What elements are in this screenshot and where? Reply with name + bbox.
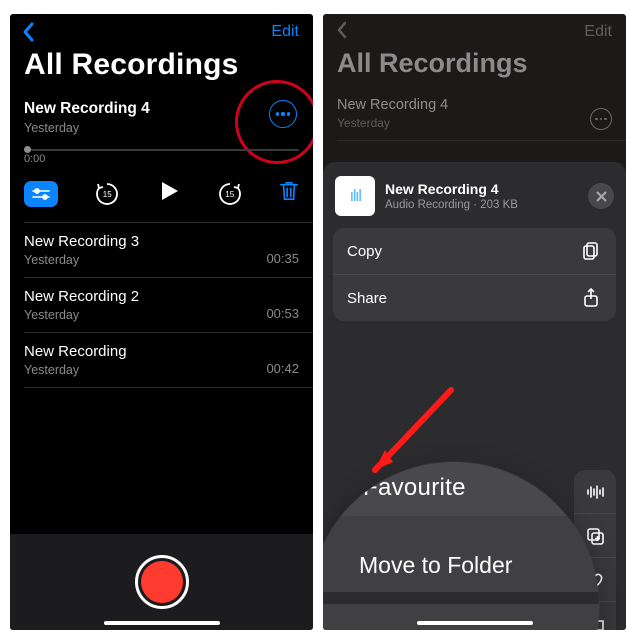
elapsed-time: 0:00 [24, 153, 299, 165]
recording-date: Yesterday [337, 116, 448, 130]
copy-icon [580, 240, 602, 262]
recording-title: New Recording 4 [24, 100, 299, 118]
record-toolbar [10, 534, 313, 630]
recording-row[interactable]: New Recording Yesterday 00:42 [10, 333, 313, 387]
share-sheet-screen: Edit All Recordings New Recording 4 Yeste… [323, 14, 626, 630]
share-file-name: New Recording 4 [385, 181, 518, 197]
playback-settings-button[interactable] [24, 181, 58, 207]
recording-title: New Recording [24, 343, 127, 360]
recording-row[interactable]: New Recording 2 Yesterday 00:53 [10, 278, 313, 332]
selected-recording[interactable]: New Recording 4 Yesterday [10, 94, 313, 145]
close-sheet-button[interactable] [588, 183, 614, 209]
magnified-move-to-folder[interactable]: Move to Folder [359, 552, 512, 579]
recording-title: New Recording 2 [24, 288, 139, 305]
actions-card: Copy Share [333, 228, 616, 321]
back-button-dimmed [335, 20, 349, 45]
share-sheet: ılıl New Recording 4 Audio Recording · 2… [323, 162, 626, 630]
file-thumbnail-icon: ılıl [335, 176, 375, 216]
skip-fwd-seconds: 15 [217, 190, 243, 199]
annotation-magnifier: Favourite Move to Folder New Quick Note … [323, 462, 599, 630]
recording-date: Yesterday [24, 308, 139, 322]
skip-forward-15-button[interactable]: 15 [217, 181, 243, 207]
play-button[interactable] [157, 179, 181, 208]
copy-action[interactable]: Copy [333, 228, 616, 274]
recording-title: New Recording 3 [24, 233, 139, 250]
recording-date: Yesterday [24, 121, 299, 135]
delete-button[interactable] [279, 180, 299, 207]
copy-label: Copy [347, 243, 382, 260]
recording-row[interactable]: New Recording 3 Yesterday 00:35 [10, 223, 313, 277]
voice-memos-list-screen: Edit All Recordings New Recording 4 Yest… [10, 14, 313, 630]
share-icon [580, 287, 602, 309]
recording-date: Yesterday [24, 363, 127, 377]
recording-title: New Recording 4 [337, 97, 448, 113]
share-action[interactable]: Share [333, 275, 616, 321]
playhead-scrubber[interactable]: 0:00 [10, 145, 313, 165]
record-button[interactable] [135, 555, 189, 609]
home-indicator[interactable] [104, 621, 220, 625]
recording-duration: 00:42 [266, 361, 299, 376]
edit-button[interactable]: Edit [271, 23, 299, 41]
skip-back-seconds: 15 [94, 190, 120, 199]
back-button[interactable] [20, 20, 38, 44]
page-title: All Recordings [10, 48, 313, 94]
magnified-favourite[interactable]: Favourite [363, 474, 466, 502]
skip-back-15-button[interactable]: 15 [94, 181, 120, 207]
recording-duration: 00:53 [266, 306, 299, 321]
more-options-dimmed [590, 108, 612, 130]
home-indicator[interactable] [417, 621, 533, 625]
share-label: Share [347, 290, 387, 307]
edit-button-dimmed: Edit [584, 23, 612, 41]
more-options-button[interactable] [269, 100, 297, 128]
page-title-dimmed: All Recordings [323, 48, 626, 89]
recording-row-dimmed: New Recording 4 Yesterday [323, 89, 626, 140]
recording-duration: 00:35 [266, 251, 299, 266]
recording-date: Yesterday [24, 253, 139, 267]
share-file-subtitle: Audio Recording · 203 KB [385, 199, 518, 211]
